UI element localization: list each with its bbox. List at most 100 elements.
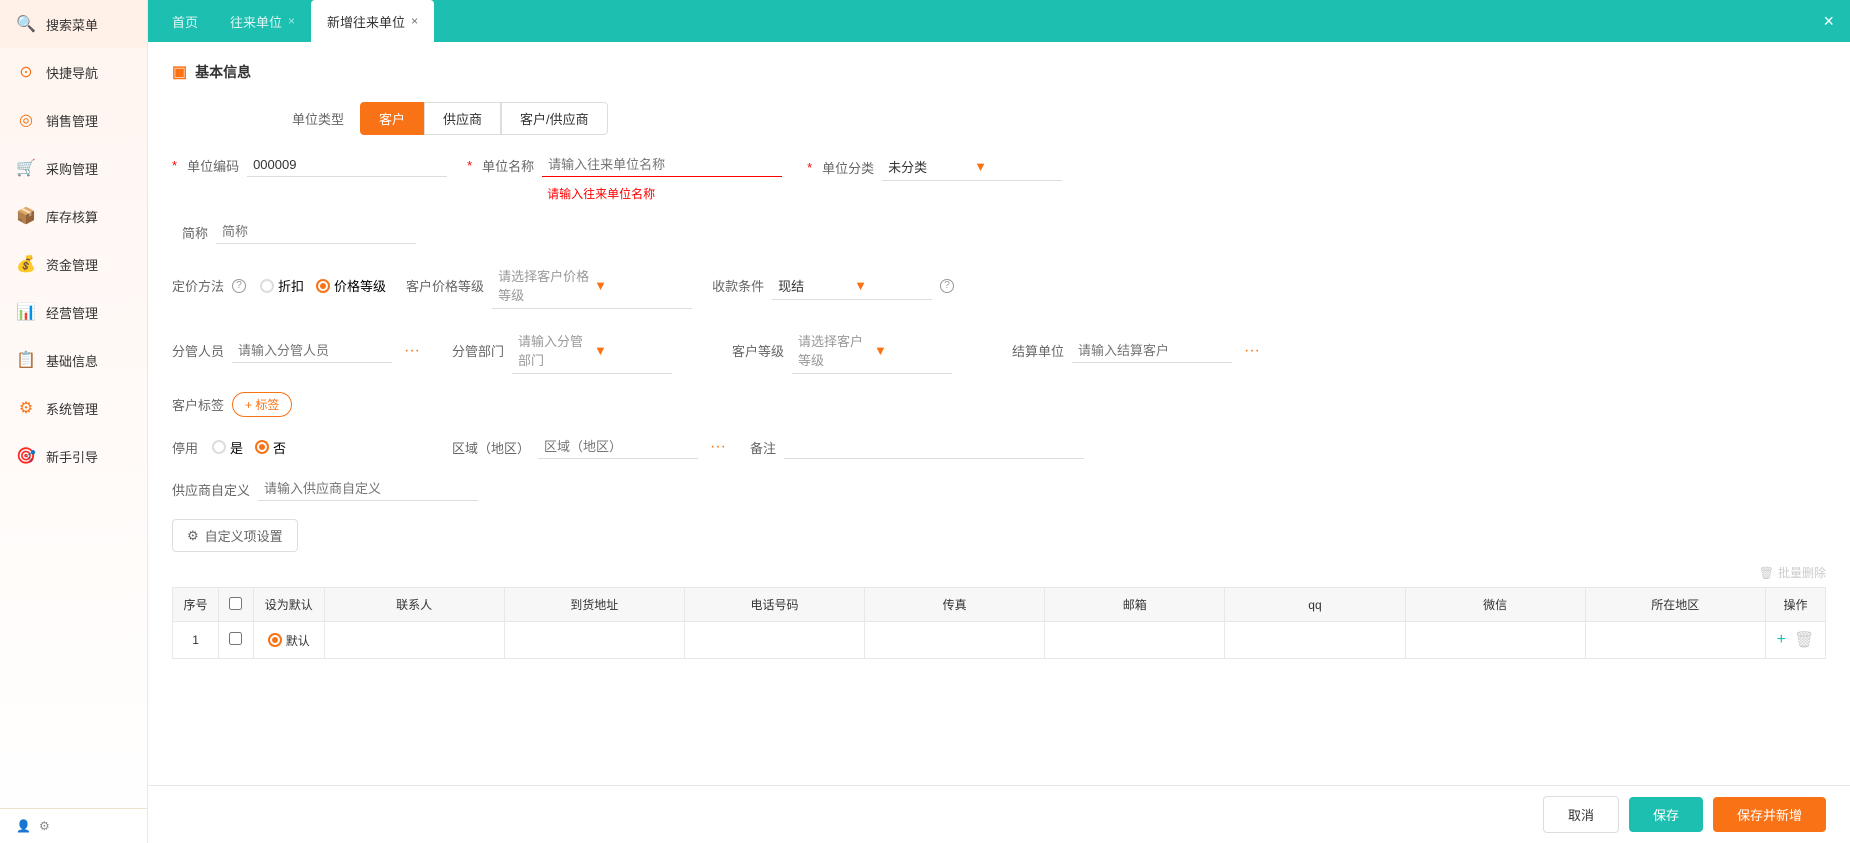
tab-bar: 首页 往来单位 × 新增往来单位 × × bbox=[148, 0, 1850, 42]
default-label: 默认 bbox=[286, 632, 310, 649]
settings-icon: ⚙ bbox=[39, 819, 50, 833]
short-name-input[interactable] bbox=[216, 220, 416, 244]
unit-category-label: 单位分类 bbox=[822, 158, 874, 177]
td-region[interactable] bbox=[1585, 622, 1765, 659]
row-checkbox[interactable] bbox=[229, 632, 242, 645]
type-btn-customer[interactable]: 客户 bbox=[360, 102, 424, 135]
unit-code-input[interactable] bbox=[247, 153, 447, 177]
settlement-more-icon[interactable]: ··· bbox=[1240, 342, 1264, 360]
sidebar-item-operations[interactable]: 📊 经营管理 bbox=[0, 288, 147, 336]
region-field: 区域（地区） ··· bbox=[452, 435, 730, 459]
delete-row-icon[interactable]: 🗑 bbox=[1794, 630, 1814, 650]
sidebar-item-basics[interactable]: 📋 基础信息 bbox=[0, 336, 147, 384]
settlement-unit-input[interactable] bbox=[1072, 339, 1232, 363]
td-actions: + 🗑 bbox=[1765, 622, 1825, 659]
fax-input[interactable] bbox=[875, 633, 1034, 647]
sidebar-item-guide[interactable]: 🎯 新手引导 bbox=[0, 432, 147, 480]
add-tag-button[interactable]: + 标签 bbox=[232, 392, 292, 417]
disabled-yes-radio[interactable]: 是 bbox=[212, 438, 243, 457]
td-email[interactable] bbox=[1045, 622, 1225, 659]
wechat-input[interactable] bbox=[1416, 633, 1575, 647]
manager-input[interactable] bbox=[232, 339, 392, 363]
td-contact[interactable] bbox=[324, 622, 504, 659]
email-input[interactable] bbox=[1055, 633, 1214, 647]
type-btn-supplier[interactable]: 供应商 bbox=[424, 102, 501, 135]
pricing-label: 定价方法 bbox=[172, 276, 224, 295]
tab-units[interactable]: 往来单位 × bbox=[214, 0, 311, 42]
td-wechat[interactable] bbox=[1405, 622, 1585, 659]
yes-radio-circle bbox=[212, 440, 226, 454]
tab-new-unit[interactable]: 新增往来单位 × bbox=[311, 0, 434, 42]
payment-terms-help-icon[interactable]: ? bbox=[940, 279, 954, 293]
sidebar-item-quick-nav[interactable]: ⊙ 快捷导航 bbox=[0, 48, 147, 96]
sidebar-item-search[interactable]: 🔍 搜索菜单 bbox=[0, 0, 147, 48]
customer-price-level-select[interactable]: 请选择客户价格等级 ▼ bbox=[492, 262, 692, 309]
tab-new-unit-close[interactable]: × bbox=[411, 14, 418, 28]
pricing-help-icon[interactable]: ? bbox=[232, 279, 246, 293]
type-btn-both[interactable]: 客户/供应商 bbox=[501, 102, 608, 135]
sidebar-item-sales[interactable]: ◎ 销售管理 bbox=[0, 96, 147, 144]
short-name-row: 简称 bbox=[172, 220, 1826, 244]
custom-settings-button[interactable]: ⚙ 自定义项设置 bbox=[172, 519, 298, 552]
short-name-label: 简称 bbox=[182, 223, 208, 242]
tab-units-close[interactable]: × bbox=[288, 14, 295, 28]
chevron-down-icon2: ▼ bbox=[594, 278, 686, 293]
pricing-level-radio[interactable]: 价格等级 bbox=[316, 276, 386, 295]
th-select-all-checkbox[interactable] bbox=[229, 597, 242, 610]
unit-category-select[interactable]: 未分类 ▼ bbox=[882, 153, 1062, 181]
default-radio-circle bbox=[268, 633, 282, 647]
discount-label: 折扣 bbox=[278, 276, 304, 295]
region-input2[interactable] bbox=[1596, 633, 1755, 647]
sidebar-item-purchase[interactable]: 🛒 采购管理 bbox=[0, 144, 147, 192]
cancel-button[interactable]: 取消 bbox=[1543, 796, 1619, 833]
region-more-icon[interactable]: ··· bbox=[706, 438, 730, 456]
payment-terms-select[interactable]: 现结 ▼ bbox=[772, 272, 932, 300]
pricing-radio-group: 折扣 价格等级 bbox=[260, 276, 386, 295]
td-phone[interactable] bbox=[684, 622, 864, 659]
section-title: 基本信息 bbox=[195, 62, 251, 82]
settlement-unit-label: 结算单位 bbox=[1012, 341, 1064, 360]
unit-name-error: 请输入往来单位名称 bbox=[547, 187, 655, 201]
qq-input[interactable] bbox=[1235, 633, 1394, 647]
short-name-field: 简称 bbox=[172, 220, 432, 244]
contact-input[interactable] bbox=[335, 633, 494, 647]
remark-input[interactable] bbox=[784, 435, 1084, 459]
disabled-no-radio[interactable]: 否 bbox=[255, 438, 286, 457]
save-new-button[interactable]: 保存并新增 bbox=[1713, 797, 1826, 832]
sidebar-item-inventory[interactable]: 📦 库存核算 bbox=[0, 192, 147, 240]
pricing-discount-radio[interactable]: 折扣 bbox=[260, 276, 304, 295]
customer-level-select[interactable]: 请选择客户等级 ▼ bbox=[792, 327, 952, 374]
price-level-radio-circle bbox=[316, 279, 330, 293]
sidebar-item-system[interactable]: ⚙ 系统管理 bbox=[0, 384, 147, 432]
th-seq: 序号 bbox=[173, 588, 219, 622]
sidebar-item-finance[interactable]: 💰 资金管理 bbox=[0, 240, 147, 288]
section-icon: ▣ bbox=[172, 62, 187, 82]
unit-code-required: * bbox=[172, 158, 177, 173]
td-address[interactable] bbox=[504, 622, 684, 659]
search-icon: 🔍 bbox=[16, 14, 36, 34]
td-fax[interactable] bbox=[865, 622, 1045, 659]
td-qq[interactable] bbox=[1225, 622, 1405, 659]
add-row-icon[interactable]: + bbox=[1777, 631, 1786, 649]
unit-name-input[interactable] bbox=[542, 153, 782, 177]
sidebar-label-purchase: 采购管理 bbox=[46, 159, 98, 178]
tab-home[interactable]: 首页 bbox=[156, 0, 214, 42]
region-input[interactable] bbox=[538, 435, 698, 459]
unit-code-label: 单位编码 bbox=[187, 156, 239, 175]
address-input[interactable] bbox=[515, 633, 674, 647]
close-window-icon[interactable]: × bbox=[1815, 11, 1842, 32]
sidebar: 🔍 搜索菜单 ⊙ 快捷导航 ◎ 销售管理 🛒 采购管理 📦 库存核算 💰 资金管… bbox=[0, 0, 148, 843]
phone-input[interactable] bbox=[695, 633, 854, 647]
no-radio-circle bbox=[255, 440, 269, 454]
default-radio-item[interactable]: 默认 bbox=[264, 632, 314, 649]
customer-tag-label: 客户标签 bbox=[172, 395, 224, 414]
discount-radio-circle bbox=[260, 279, 274, 293]
customer-level-label: 客户等级 bbox=[732, 341, 784, 360]
sales-icon: ◎ bbox=[16, 110, 36, 130]
supplier-custom-input[interactable] bbox=[258, 477, 478, 501]
manager-more-icon[interactable]: ··· bbox=[400, 342, 424, 360]
sidebar-label-basics: 基础信息 bbox=[46, 351, 98, 370]
department-select[interactable]: 请输入分管部门 ▼ bbox=[512, 327, 672, 374]
delete-icon: 🗑 bbox=[1759, 566, 1774, 580]
save-button[interactable]: 保存 bbox=[1629, 797, 1703, 832]
